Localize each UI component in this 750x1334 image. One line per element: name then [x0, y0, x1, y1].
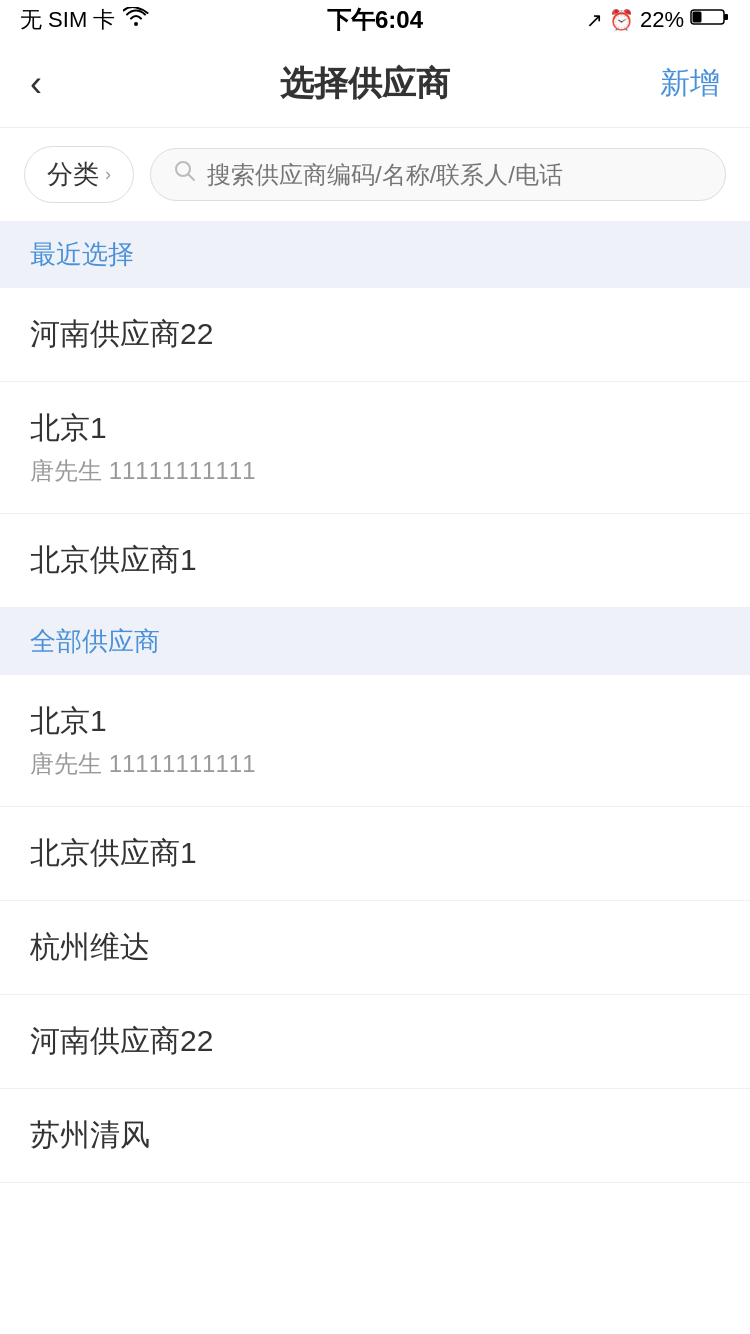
item-name: 河南供应商22 — [30, 1021, 720, 1062]
item-name: 北京供应商1 — [30, 540, 720, 581]
list-item[interactable]: 北京供应商1 — [0, 807, 750, 901]
back-button[interactable]: ‹ — [30, 63, 90, 105]
carrier-text: 无 SIM 卡 — [20, 5, 115, 35]
search-input[interactable] — [207, 161, 703, 189]
search-icon — [173, 159, 197, 190]
svg-rect-2 — [724, 14, 728, 20]
svg-line-4 — [189, 175, 195, 181]
location-icon: ↗ — [586, 8, 603, 32]
list-item[interactable]: 北京1 唐先生 11111111111 — [0, 382, 750, 514]
item-name: 北京1 — [30, 701, 720, 742]
list-item[interactable]: 河南供应商22 — [0, 995, 750, 1089]
status-bar: 无 SIM 卡 下午6:04 ↗ ⏰ 22% — [0, 0, 750, 40]
status-left: 无 SIM 卡 — [20, 5, 149, 35]
category-filter-button[interactable]: 分类 › — [24, 146, 134, 203]
wifi-icon — [123, 7, 149, 33]
item-contact: 唐先生 11111111111 — [30, 455, 720, 487]
item-contact: 唐先生 11111111111 — [30, 748, 720, 780]
search-box — [150, 148, 726, 201]
list-item[interactable]: 河南供应商22 — [0, 288, 750, 382]
item-name: 北京供应商1 — [30, 833, 720, 874]
category-label: 分类 — [47, 157, 99, 192]
chevron-right-icon: › — [105, 164, 111, 185]
status-time: 下午6:04 — [327, 4, 423, 36]
add-button[interactable]: 新增 — [640, 63, 720, 104]
list-item[interactable]: 苏州清风 — [0, 1089, 750, 1183]
page-title: 选择供应商 — [90, 61, 640, 107]
nav-bar: ‹ 选择供应商 新增 — [0, 40, 750, 128]
list-item[interactable]: 北京1 唐先生 11111111111 — [0, 675, 750, 807]
svg-rect-1 — [693, 12, 702, 23]
item-name: 苏州清风 — [30, 1115, 720, 1156]
battery-icon — [690, 7, 730, 33]
item-name: 杭州维达 — [30, 927, 720, 968]
recent-list: 河南供应商22 北京1 唐先生 11111111111 北京供应商1 — [0, 288, 750, 608]
recent-section-header: 最近选择 — [0, 221, 750, 288]
item-name: 河南供应商22 — [30, 314, 720, 355]
alarm-icon: ⏰ — [609, 8, 634, 32]
list-item[interactable]: 北京供应商1 — [0, 514, 750, 608]
filter-bar: 分类 › — [0, 128, 750, 221]
list-item[interactable]: 杭州维达 — [0, 901, 750, 995]
all-list: 北京1 唐先生 11111111111 北京供应商1 杭州维达河南供应商22 苏州清风 — [0, 675, 750, 1183]
all-section-header: 全部供应商 — [0, 608, 750, 675]
battery-text: 22% — [640, 7, 684, 33]
status-right: ↗ ⏰ 22% — [586, 7, 730, 33]
item-name: 北京1 — [30, 408, 720, 449]
